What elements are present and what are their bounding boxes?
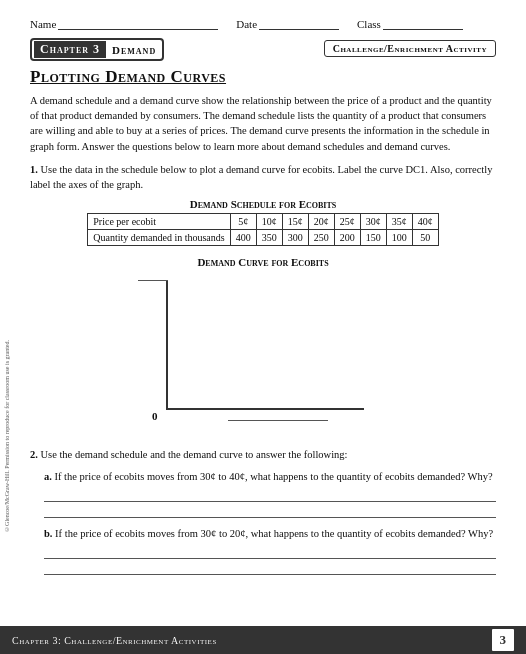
name-label: Name [30,18,56,30]
price-5c: 5¢ [230,214,256,230]
question-1-num: 1. [30,164,38,175]
challenge-label: Challenge/Enrichment Activity [333,43,487,54]
y-label-line [138,280,168,281]
sub-a-body: If the price of ecobits moves from 30¢ t… [55,471,493,482]
price-40c: 40¢ [412,214,438,230]
sub-a-label: a. [44,471,52,482]
date-label: Date [236,18,257,30]
date-field [259,29,339,30]
section-title: Plotting Demand Curves [30,67,496,87]
x-axis [166,408,364,410]
footer-text: Chapter 3: Challenge/Enrichment Activiti… [12,635,217,646]
qty-100: 100 [386,230,412,246]
qty-250: 250 [308,230,334,246]
price-30c: 30¢ [360,214,386,230]
table-header-row: Price per ecobit 5¢ 10¢ 15¢ 20¢ 25¢ 30¢ … [88,214,438,230]
chapter-header-row: Chapter 3 Demand Challenge/Enrichment Ac… [30,38,496,63]
sidebar-copyright: ©Glencoe/McGraw-Hill. Permission to repr… [4,340,16,532]
question-2-block: 2. Use the demand schedule and the deman… [30,447,496,575]
question-2-num: 2. [30,449,38,460]
qty-200: 200 [334,230,360,246]
price-label-cell: Price per ecobit [88,214,230,230]
sub-b-body: If the price of ecobits moves from 30¢ t… [55,528,493,539]
sub-question-b: b. If the price of ecobits moves from 30… [44,526,496,575]
demand-schedule-title: Demand Schedule for Ecobits [30,198,496,210]
chapter-badge: Chapter 3 Demand [30,38,164,61]
footer-bar: Chapter 3: Challenge/Enrichment Activiti… [0,626,526,654]
x-label-line [228,420,328,421]
header-row: Name Date Class [30,18,496,30]
name-field [58,29,218,30]
qty-350: 350 [256,230,282,246]
qty-300: 300 [282,230,308,246]
class-label: Class [357,18,381,30]
question-1-block: 1. Use the data in the schedule below to… [30,162,496,437]
graph-container: 0 [128,272,398,437]
y-axis [166,280,168,408]
sub-a-answer-line-2[interactable] [44,504,496,518]
sub-question-a-text: a. If the price of ecobits moves from 30… [44,469,496,484]
sub-b-answer-line-2[interactable] [44,561,496,575]
price-35c: 35¢ [386,214,412,230]
qty-400: 400 [230,230,256,246]
sub-question-a: a. If the price of ecobits moves from 30… [44,469,496,518]
footer-page-number: 3 [492,629,514,651]
price-10c: 10¢ [256,214,282,230]
challenge-enrichment-box: Challenge/Enrichment Activity [324,40,496,57]
quantity-label-cell: Quantity demanded in thousands [88,230,230,246]
sub-a-answer-line-1[interactable] [44,488,496,502]
chapter-title: Demand [112,44,156,56]
demand-schedule-table: Price per ecobit 5¢ 10¢ 15¢ 20¢ 25¢ 30¢ … [87,213,438,246]
price-20c: 20¢ [308,214,334,230]
price-15c: 15¢ [282,214,308,230]
graph-title: Demand Curve for Ecobits [30,256,496,268]
quantity-row: Quantity demanded in thousands 400 350 3… [88,230,438,246]
chapter-number: Chapter 3 [34,41,106,58]
sub-b-label: b. [44,528,52,539]
qty-150: 150 [360,230,386,246]
qty-50: 50 [412,230,438,246]
class-field [383,29,463,30]
question-1-text: 1. Use the data in the schedule below to… [30,162,496,192]
origin-label: 0 [152,410,158,422]
sub-question-b-text: b. If the price of ecobits moves from 30… [44,526,496,541]
sub-b-answer-line-1[interactable] [44,545,496,559]
intro-text: A demand schedule and a demand curve sho… [30,93,496,154]
question-1-body: Use the data in the schedule below to pl… [30,164,492,190]
question-2-text: 2. Use the demand schedule and the deman… [30,447,496,462]
question-2-body: Use the demand schedule and the demand c… [41,449,348,460]
price-25c: 25¢ [334,214,360,230]
